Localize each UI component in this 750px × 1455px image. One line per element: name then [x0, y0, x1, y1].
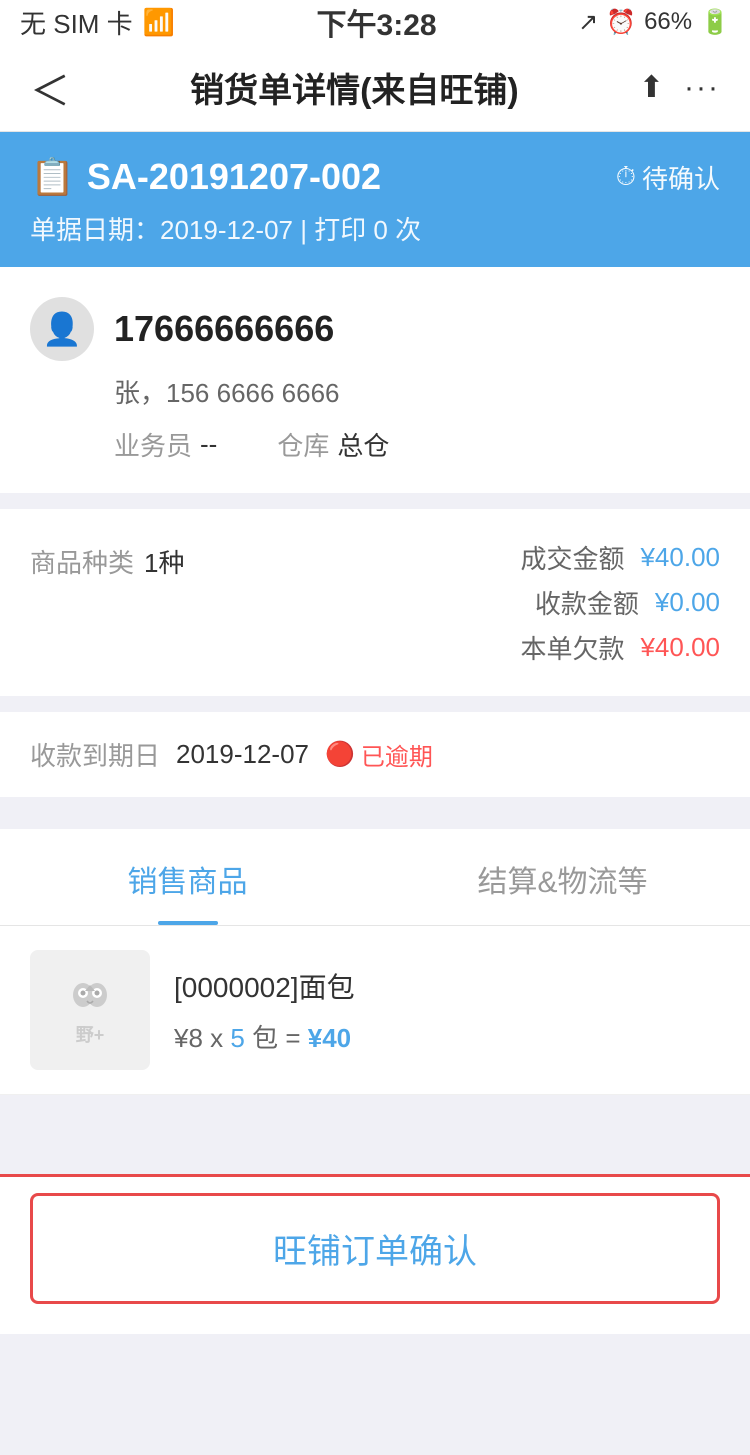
tab-sales-products[interactable]: 销售商品 [0, 829, 375, 925]
page-title: 销货单详情(来自旺铺) [190, 63, 519, 112]
nav-actions: ⬆ ··· [639, 70, 720, 105]
owed-amount-label: 本单欠款 [520, 629, 624, 666]
warehouse-info: 仓库 总仓 [277, 426, 389, 463]
product-unit: 包 [252, 1023, 278, 1053]
avatar-icon: 👤 [42, 310, 82, 348]
tab-settlement[interactable]: 结算&物流等 [375, 829, 750, 925]
order-date: 单据日期：2019-12-07 | 打印 0 次 [30, 210, 720, 247]
order-icon: 📋 [30, 156, 75, 198]
warehouse-value: 总仓 [337, 426, 389, 463]
bottom-bar: 旺铺订单确认 [0, 1174, 750, 1334]
share-icon[interactable]: ⬆ [639, 70, 664, 105]
alarm-icon: ⏰ [606, 8, 636, 37]
more-icon[interactable]: ··· [684, 71, 720, 105]
overdue-badge: 🔴 已逾期 [325, 737, 433, 772]
product-type-value: 1种 [144, 543, 184, 580]
product-name: [0000002]面包 [174, 966, 720, 1006]
owed-amount-row: 本单欠款 ¥40.00 [520, 629, 720, 666]
wifi-icon: 📶 [143, 7, 175, 38]
location-icon: ↗ [578, 8, 598, 37]
due-date-section: 收款到期日 2019-12-07 🔴 已逾期 [0, 712, 750, 797]
product-thumbnail: 野+ [30, 950, 150, 1070]
product-thumb-icon [65, 973, 115, 1019]
order-status: ⏱ 待确认 [616, 159, 720, 196]
back-button[interactable]: ＜ [30, 59, 70, 117]
customer-meta: 业务员 -- 仓库 总仓 [114, 426, 720, 463]
status-left: 无 SIM 卡 📶 [20, 4, 175, 41]
salesperson-value: -- [200, 429, 217, 460]
salesperson-label: 业务员 [114, 426, 192, 463]
product-thumb-label: 野+ [76, 1021, 105, 1047]
received-amount-label: 收款金额 [535, 584, 639, 621]
product-price-row: ¥8 x 5 包 = ¥40 [174, 1018, 720, 1055]
tabs-row: 销售商品 结算&物流等 [0, 829, 750, 926]
divider-1 [0, 493, 750, 509]
transaction-amount-value: ¥40.00 [640, 542, 720, 573]
received-amount-row: 收款金额 ¥0.00 [535, 584, 720, 621]
product-price: ¥8 [174, 1023, 203, 1053]
battery-icon: 🔋 [700, 8, 730, 37]
status-right: ↗ ⏰ 66% 🔋 [578, 8, 730, 37]
divider-2 [0, 696, 750, 712]
avatar: 👤 [30, 297, 94, 361]
product-type-info: 商品种类 1种 [30, 539, 184, 580]
warehouse-label: 仓库 [277, 426, 329, 463]
customer-name: 张，156 6666 6666 [114, 373, 720, 410]
status-bar: 无 SIM 卡 📶 下午3:28 ↗ ⏰ 66% 🔋 [0, 0, 750, 44]
table-row: 野+ [0000002]面包 ¥8 x 5 包 = ¥40 [0, 926, 750, 1095]
status-time: 下午3:28 [317, 0, 437, 44]
transaction-amount-label: 成交金额 [520, 539, 624, 576]
amount-stats: 成交金额 ¥40.00 收款金额 ¥0.00 本单欠款 ¥40.00 [520, 539, 720, 666]
product-type-label: 商品种类 [30, 543, 134, 580]
transaction-amount-row: 成交金额 ¥40.00 [520, 539, 720, 576]
salesperson-info: 业务员 -- [114, 426, 217, 463]
owed-amount-value: ¥40.00 [640, 632, 720, 663]
customer-section: 👤 17666666666 张，156 6666 6666 业务员 -- 仓库 … [0, 267, 750, 493]
stats-section: 商品种类 1种 成交金额 ¥40.00 收款金额 ¥0.00 本单欠款 ¥40.… [0, 509, 750, 696]
customer-phone: 17666666666 [114, 308, 334, 350]
divider-3 [0, 797, 750, 813]
product-list: 野+ [0000002]面包 ¥8 x 5 包 = ¥40 [0, 926, 750, 1095]
battery-level: 66% [644, 8, 692, 36]
received-amount-value: ¥0.00 [655, 587, 720, 618]
status-clock-icon: ⏱ [616, 161, 636, 193]
overdue-icon: 🔴 [325, 740, 355, 769]
product-total: ¥40 [308, 1023, 351, 1053]
due-date-label: 收款到期日 [30, 736, 160, 773]
confirm-order-button[interactable]: 旺铺订单确认 [30, 1193, 720, 1304]
overdue-text: 已逾期 [361, 737, 433, 772]
tabs-section: 销售商品 结算&物流等 [0, 829, 750, 1095]
order-header: 📋 SA-20191207-002 ⏱ 待确认 单据日期：2019-12-07 … [0, 132, 750, 267]
product-quantity: 5 [230, 1023, 244, 1053]
sim-status: 无 SIM 卡 [20, 4, 133, 41]
due-date-value: 2019-12-07 [176, 739, 309, 770]
product-equals: = [285, 1023, 307, 1053]
nav-bar: ＜ 销货单详情(来自旺铺) ⬆ ··· [0, 44, 750, 132]
product-multiply: x [210, 1023, 230, 1053]
product-info: [0000002]面包 ¥8 x 5 包 = ¥40 [174, 966, 720, 1055]
order-id: 📋 SA-20191207-002 [30, 156, 381, 198]
